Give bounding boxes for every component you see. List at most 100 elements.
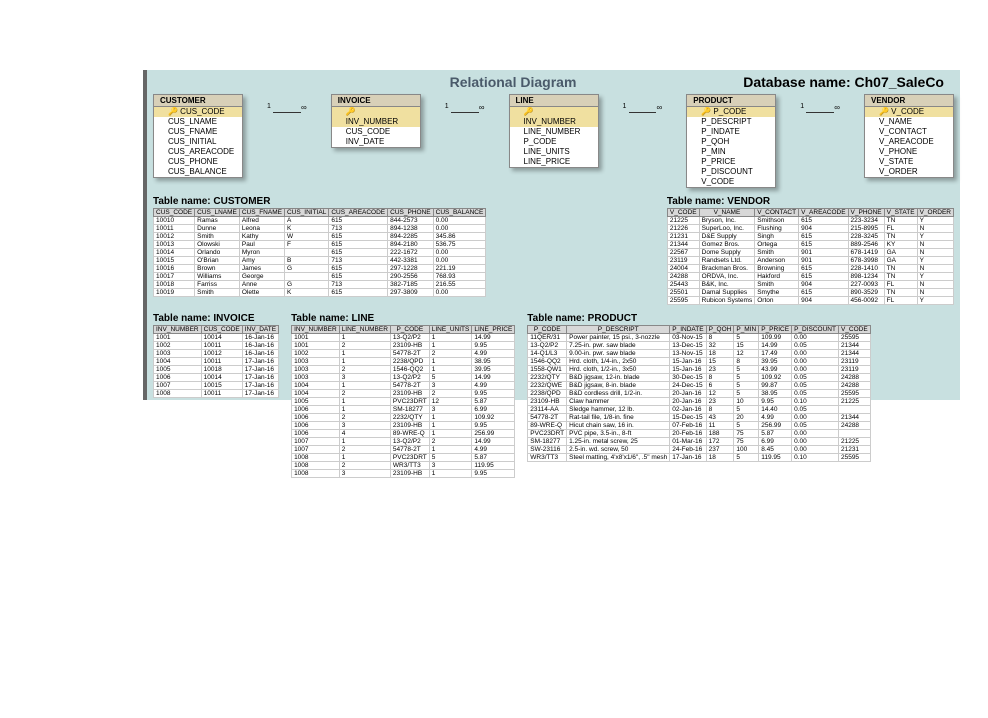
cell: 32 xyxy=(706,342,734,350)
cell: 89-WRE-Q xyxy=(528,422,567,430)
table-row: SM-182771.25-in. metal screw, 2501-Mar-1… xyxy=(528,438,870,446)
cell: 17-Jan-16 xyxy=(242,382,278,390)
table-row: 10051001817-Jan-16 xyxy=(154,366,279,374)
entity-field: CUS_CODE xyxy=(332,127,420,137)
cell: 216.55 xyxy=(433,281,486,289)
cell: 1 xyxy=(429,414,472,422)
entity-diagram: CUSTOMER🔑 CUS_CODECUS_LNAMECUS_FNAMECUS_… xyxy=(153,94,954,188)
customer-table: CUS_CODECUS_LNAMECUS_FNAMECUS_INITIALCUS… xyxy=(153,208,486,297)
table-row: 1001113-Q2/P2114.99 xyxy=(292,334,515,342)
cell: Steel matting, 4'x8'x1/6", .5" mesh xyxy=(567,454,670,462)
cell: Rat-tail file, 1/8-in. fine xyxy=(567,414,670,422)
cell: 39.95 xyxy=(472,366,515,374)
cell: 14.99 xyxy=(472,374,515,382)
cell: 615 xyxy=(799,241,848,249)
cell: 615 xyxy=(329,233,388,241)
table-row: 1007254778-2T14.99 xyxy=(292,446,515,454)
cell: 615 xyxy=(799,217,848,225)
cell: Sledge hammer, 12 lb. xyxy=(567,406,670,414)
entity-field: CUS_PHONE xyxy=(154,157,242,167)
entity-field: P_QOH xyxy=(687,137,775,147)
cell: 10014 xyxy=(201,334,242,342)
cell: 0.00 xyxy=(792,430,839,438)
cell: Smith xyxy=(195,289,240,297)
invoice-table-block: Table name: INVOICE INV_NUMBERCUS_CODEIN… xyxy=(153,311,279,398)
cell: 16-Jan-16 xyxy=(242,334,278,342)
table-row: 23109-HBClaw hammer20-Jan-1623109.950.10… xyxy=(528,398,870,406)
column-header: P_INDATE xyxy=(670,326,706,334)
cell: Anderson xyxy=(755,257,799,265)
cell: 9.95 xyxy=(759,398,792,406)
product-table: P_CODEP_DESCRIPTP_INDATEP_QOHP_MINP_PRIC… xyxy=(527,325,870,462)
cell: 1 xyxy=(339,334,390,342)
customer-caption: Table name: CUSTOMER xyxy=(153,196,486,207)
cell: 10017 xyxy=(154,273,195,281)
cell: Y xyxy=(917,233,953,241)
cell: 2 xyxy=(429,390,472,398)
cell: 3 xyxy=(339,470,390,478)
cell: A xyxy=(284,217,328,225)
column-header: V_STATE xyxy=(884,209,917,217)
entity-field: LINE_NUMBER xyxy=(510,127,598,137)
cell: 0.00 xyxy=(792,350,839,358)
cell: 6.99 xyxy=(472,406,515,414)
cell: 1001 xyxy=(154,334,202,342)
cell xyxy=(284,273,328,281)
cell: 1003 xyxy=(292,366,340,374)
cell: 23119 xyxy=(667,257,699,265)
cell: 10014 xyxy=(154,249,195,257)
cell: Flushing xyxy=(755,225,799,233)
cell: 21231 xyxy=(667,233,699,241)
cell: Smith xyxy=(755,281,799,289)
table-row: 10041001117-Jan-16 xyxy=(154,358,279,366)
cell: 1006 xyxy=(292,430,340,438)
cell: 4.99 xyxy=(759,414,792,422)
cell: 25595 xyxy=(838,454,870,462)
cell: 10014 xyxy=(201,374,242,382)
entity-field: LINE_PRICE xyxy=(510,157,598,167)
cell: 15-Dec-15 xyxy=(670,414,706,422)
cell: 109.92 xyxy=(759,374,792,382)
cell: 536.75 xyxy=(433,241,486,249)
cell: 13-Q2/P2 xyxy=(390,374,429,382)
cell: 615 xyxy=(329,273,388,281)
entity-field: V_PHONE xyxy=(865,147,953,157)
cell: TN xyxy=(884,217,917,225)
cell: 75 xyxy=(734,438,759,446)
cell: 21231 xyxy=(838,446,870,454)
table-row: 10081001117-Jan-16 xyxy=(154,390,279,398)
column-header: P_CODE xyxy=(528,326,567,334)
entity-field: V_NAME xyxy=(865,117,953,127)
cell: 5 xyxy=(734,406,759,414)
cell: 13-Q2/P2 xyxy=(390,438,429,446)
cell: 1007 xyxy=(292,446,340,454)
cell: 221.19 xyxy=(433,265,486,273)
cell: 10019 xyxy=(154,289,195,297)
cell: 20 xyxy=(734,414,759,422)
relationship-connector xyxy=(806,112,834,113)
cell: Paul xyxy=(239,241,284,249)
cell: 1002 xyxy=(154,342,202,350)
cell: TN xyxy=(884,233,917,241)
cell: GA xyxy=(884,249,917,257)
cell: 904 xyxy=(799,225,848,233)
cell: 10 xyxy=(734,398,759,406)
cell: 21344 xyxy=(838,350,870,358)
cell: 38.95 xyxy=(759,390,792,398)
cell: Smith xyxy=(195,233,240,241)
cell: 21344 xyxy=(667,241,699,249)
cell: TN xyxy=(884,265,917,273)
cell: 23 xyxy=(706,366,734,374)
table-row: WR3/TT3Steel matting, 4'x8'x1/6", .5" me… xyxy=(528,454,870,462)
cell: Damal Supplies xyxy=(699,289,755,297)
column-header: CUS_BALANCE xyxy=(433,209,486,217)
cell: 03-Nov-15 xyxy=(670,334,706,342)
customer-table-block: Table name: CUSTOMER CUS_CODECUS_LNAMECU… xyxy=(153,194,486,305)
column-header: INV_NUMBER xyxy=(154,326,202,334)
cell: 1546-QQ2 xyxy=(390,366,429,374)
table-row: 25501Damal SuppliesSmythe615890-3529TNN xyxy=(667,289,953,297)
cell: 8 xyxy=(706,334,734,342)
cell: 2 xyxy=(339,342,390,350)
cell: 10018 xyxy=(154,281,195,289)
cell: 2232/QTY xyxy=(390,414,429,422)
